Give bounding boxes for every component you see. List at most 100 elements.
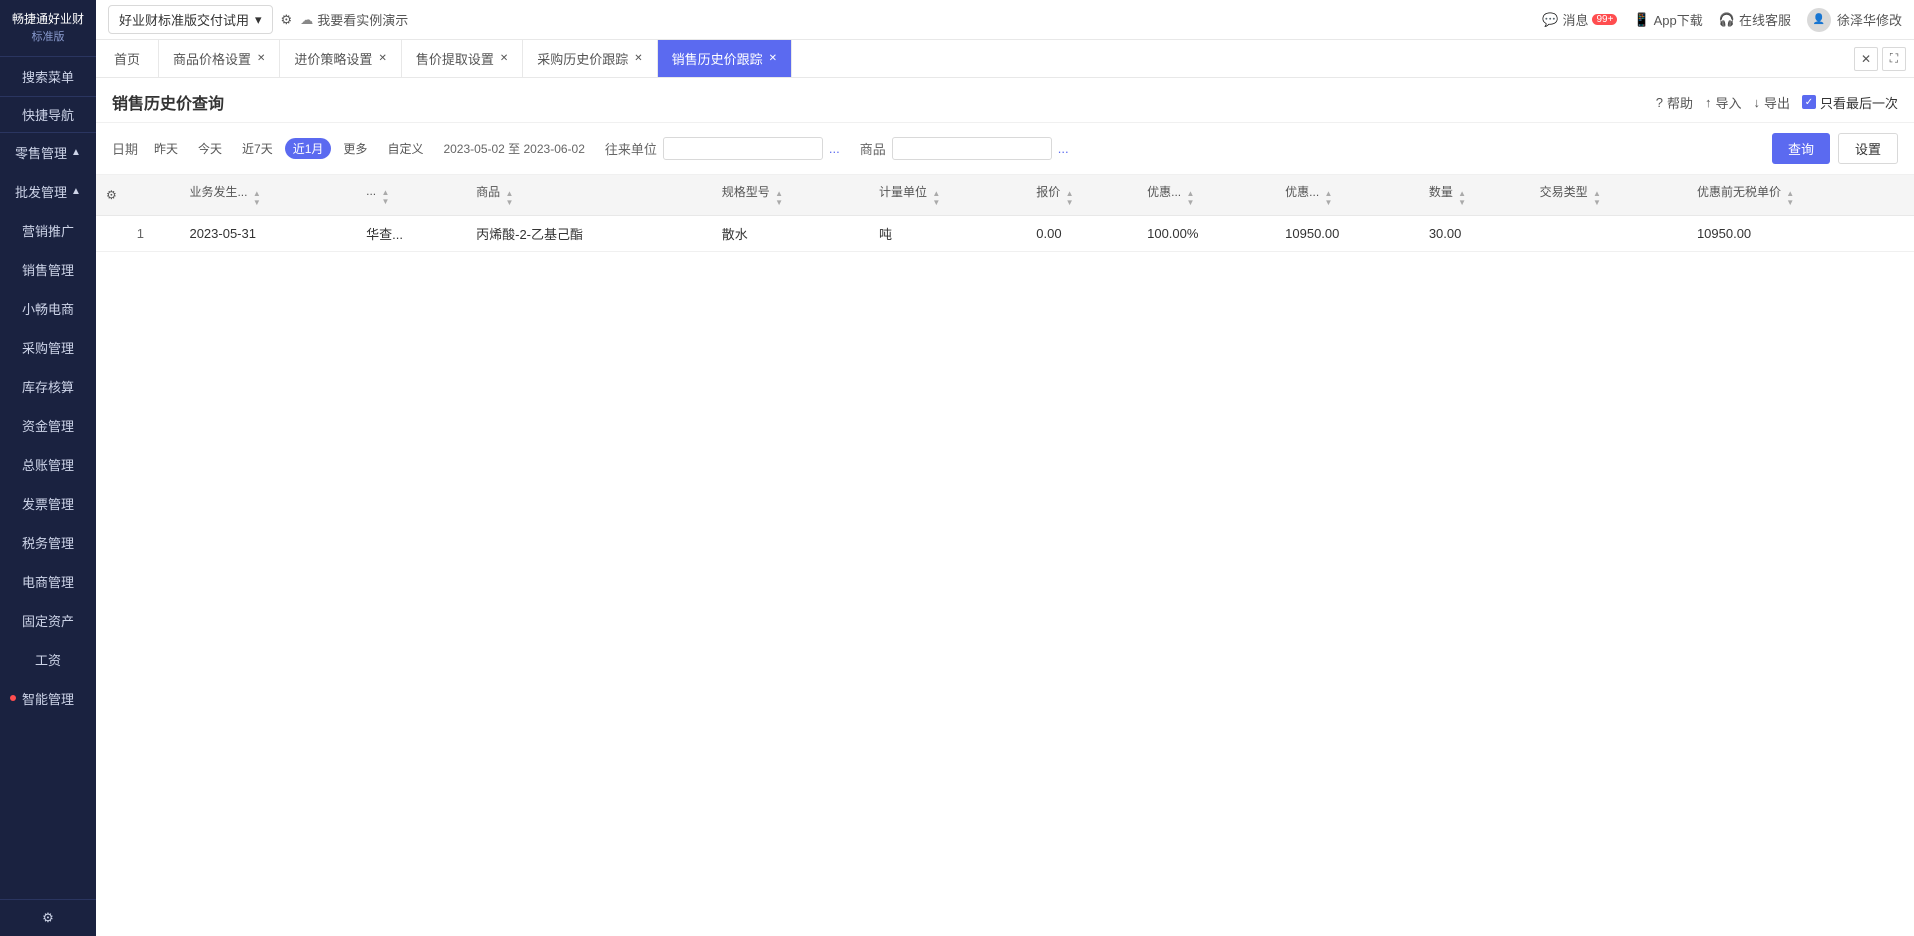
- main-area: 好业财标准版交付试用 ▾ ⚙ ☁ 我要看实例演示 💬 消息 99+ 📱 App下…: [96, 0, 1914, 936]
- settings-config-btn[interactable]: ⚙: [281, 12, 293, 28]
- source-unit-input[interactable]: [663, 137, 823, 160]
- th-qty[interactable]: 数量 ▲▼: [1419, 175, 1530, 216]
- th-product[interactable]: 商品 ▲▼: [466, 175, 712, 216]
- source-unit-more[interactable]: ...: [829, 141, 840, 156]
- date-label: 日期: [112, 139, 138, 158]
- tab-expand-btn[interactable]: ⛶: [1882, 47, 1906, 71]
- message-btn[interactable]: 💬 消息 99+: [1542, 10, 1617, 29]
- sidebar-item-smart-mgmt-label: 智能管理: [22, 689, 74, 708]
- tab-product-price-close[interactable]: ✕: [257, 53, 265, 64]
- th-spec[interactable]: 规格型号 ▲▼: [712, 175, 869, 216]
- app-download-btn[interactable]: 📱 App下载: [1633, 10, 1702, 29]
- page-header: 销售历史价查询 ? 帮助 ↑ 导入 ↓ 导出 ✓ 只: [96, 78, 1914, 123]
- filter-product: 商品 ...: [860, 137, 1069, 160]
- sidebar-item-tax[interactable]: 税务管理: [0, 523, 96, 562]
- tab-sales-history[interactable]: 销售历史价跟踪 ✕: [658, 40, 792, 78]
- page-tools: ? 帮助 ↑ 导入 ↓ 导出 ✓ 只看最后一次: [1656, 93, 1898, 112]
- sidebar-item-retail-label: 零售管理: [15, 143, 67, 162]
- sidebar-item-retail[interactable]: 零售管理 ▲: [0, 133, 96, 172]
- only-last-checkbox[interactable]: ✓ 只看最后一次: [1802, 93, 1898, 112]
- row-trade-type-cell: [1530, 216, 1687, 252]
- page-content: 销售历史价查询 ? 帮助 ↑ 导入 ↓ 导出 ✓ 只: [96, 78, 1914, 936]
- th-trade-type[interactable]: 交易类型 ▲▼: [1530, 175, 1687, 216]
- tab-purchase-strategy-close[interactable]: ✕: [378, 53, 386, 64]
- tab-sales-history-close[interactable]: ✕: [769, 53, 777, 64]
- tab-purchase-strategy[interactable]: 进价策略设置 ✕: [280, 40, 401, 78]
- sidebar-item-marketing[interactable]: 营销推广: [0, 211, 96, 250]
- sidebar-item-salary[interactable]: 工资: [0, 640, 96, 679]
- sidebar-item-ec-mgmt-label: 电商管理: [22, 572, 74, 591]
- tab-sale-price[interactable]: 售价提取设置 ✕: [402, 40, 523, 78]
- date-pill-last1m[interactable]: 近1月: [285, 138, 332, 159]
- th-discount2[interactable]: 优惠... ▲▼: [1275, 175, 1419, 216]
- date-pill-yesterday[interactable]: 昨天: [146, 138, 186, 159]
- filter-date-row: 日期 昨天 今天 近7天 近1月 更多 自定义 2023-05-02 至 202…: [112, 138, 585, 159]
- online-service-btn[interactable]: 🎧 在线客服: [1719, 10, 1791, 29]
- row-biz-date-cell: 2023-05-31: [179, 216, 356, 252]
- row-qty-cell: 30.00: [1419, 216, 1530, 252]
- tab-close-btn[interactable]: ✕: [1854, 47, 1878, 71]
- sidebar-item-ecommerce-label: 小畅电商: [22, 299, 74, 318]
- date-pill-custom[interactable]: 自定义: [379, 138, 431, 159]
- gear-icon[interactable]: ⚙: [106, 188, 117, 202]
- row-gear-cell: [96, 216, 127, 252]
- mobile-icon: 📱: [1633, 12, 1649, 28]
- product-filter-input[interactable]: [892, 137, 1052, 160]
- sidebar-item-sales[interactable]: 销售管理: [0, 250, 96, 289]
- tab-home-label: 首页: [114, 49, 140, 68]
- sidebar-item-ecommerce[interactable]: 小畅电商: [0, 289, 96, 328]
- tab-purchase-history[interactable]: 采购历史价跟踪 ✕: [523, 40, 657, 78]
- th-price[interactable]: 报价 ▲▼: [1026, 175, 1137, 216]
- import-icon: ↑: [1705, 95, 1712, 110]
- topbar-right: 💬 消息 99+ 📱 App下载 🎧 在线客服 👤 徐泽华修改: [1542, 8, 1902, 32]
- import-link[interactable]: ↑ 导入: [1705, 93, 1742, 112]
- sort-icon-trade-type: ▲▼: [1593, 189, 1601, 207]
- date-range: 2023-05-02 至 2023-06-02: [443, 140, 584, 157]
- date-pill-more[interactable]: 更多: [335, 138, 375, 159]
- user-info[interactable]: 👤 徐泽华修改: [1807, 8, 1902, 32]
- product-more[interactable]: ...: [1058, 141, 1069, 156]
- query-button[interactable]: 查询: [1772, 133, 1830, 164]
- sidebar-item-sales-label: 销售管理: [22, 260, 74, 279]
- sidebar-item-purchase[interactable]: 采购管理: [0, 328, 96, 367]
- sidebar-quicknav[interactable]: 快捷导航: [0, 97, 96, 133]
- th-biz-date[interactable]: 业务发生... ▲▼: [179, 175, 356, 216]
- tab-sales-history-label: 销售历史价跟踪: [672, 49, 763, 68]
- row-more-cell: 华查...: [356, 216, 466, 252]
- tab-product-price[interactable]: 商品价格设置 ✕: [159, 40, 280, 78]
- check-icon: ✓: [1805, 97, 1813, 108]
- export-link[interactable]: ↓ 导出: [1753, 93, 1790, 112]
- sidebar-item-accounting-label: 总账管理: [22, 455, 74, 474]
- date-pill-today[interactable]: 今天: [190, 138, 230, 159]
- th-discount1[interactable]: 优惠... ▲▼: [1137, 175, 1275, 216]
- sidebar-item-wholesale[interactable]: 批发管理 ▲: [0, 172, 96, 211]
- online-service-label: 在线客服: [1739, 10, 1791, 29]
- sidebar-item-finance[interactable]: 资金管理: [0, 406, 96, 445]
- user-name: 徐泽华修改: [1837, 10, 1902, 29]
- sidebar-item-fixed-assets[interactable]: 固定资产: [0, 601, 96, 640]
- sidebar-search[interactable]: 搜索菜单: [0, 57, 96, 97]
- tab-sale-price-close[interactable]: ✕: [500, 53, 508, 64]
- th-pretax-price[interactable]: 优惠前无税单价 ▲▼: [1687, 175, 1914, 216]
- tab-sale-price-label: 售价提取设置: [416, 49, 494, 68]
- sidebar-item-invoice[interactable]: 发票管理: [0, 484, 96, 523]
- sidebar-item-smart-mgmt[interactable]: 智能管理: [0, 679, 96, 718]
- sidebar-settings[interactable]: ⚙: [0, 899, 96, 936]
- sort-icon-pretax: ▲▼: [1786, 189, 1794, 207]
- sort-icon-product: ▲▼: [505, 189, 513, 207]
- sidebar-item-inventory-label: 库存核算: [22, 377, 74, 396]
- th-more[interactable]: ... ▲▼: [356, 175, 466, 216]
- sidebar-item-inventory[interactable]: 库存核算: [0, 367, 96, 406]
- sort-icon-discount1: ▲▼: [1186, 189, 1194, 207]
- sidebar-item-accounting[interactable]: 总账管理: [0, 445, 96, 484]
- product-selector[interactable]: 好业财标准版交付试用 ▾: [108, 5, 273, 34]
- tab-home[interactable]: 首页: [96, 40, 159, 78]
- th-unit[interactable]: 计量单位 ▲▼: [869, 175, 1026, 216]
- tab-purchase-history-close[interactable]: ✕: [634, 53, 642, 64]
- settings-button[interactable]: 设置: [1838, 133, 1898, 164]
- sidebar-item-purchase-label: 采购管理: [22, 338, 74, 357]
- date-pill-last7[interactable]: 近7天: [234, 138, 281, 159]
- sidebar-item-ec-mgmt[interactable]: 电商管理: [0, 562, 96, 601]
- help-link[interactable]: ? 帮助: [1656, 93, 1693, 112]
- demo-link[interactable]: ☁ 我要看实例演示: [300, 10, 408, 29]
